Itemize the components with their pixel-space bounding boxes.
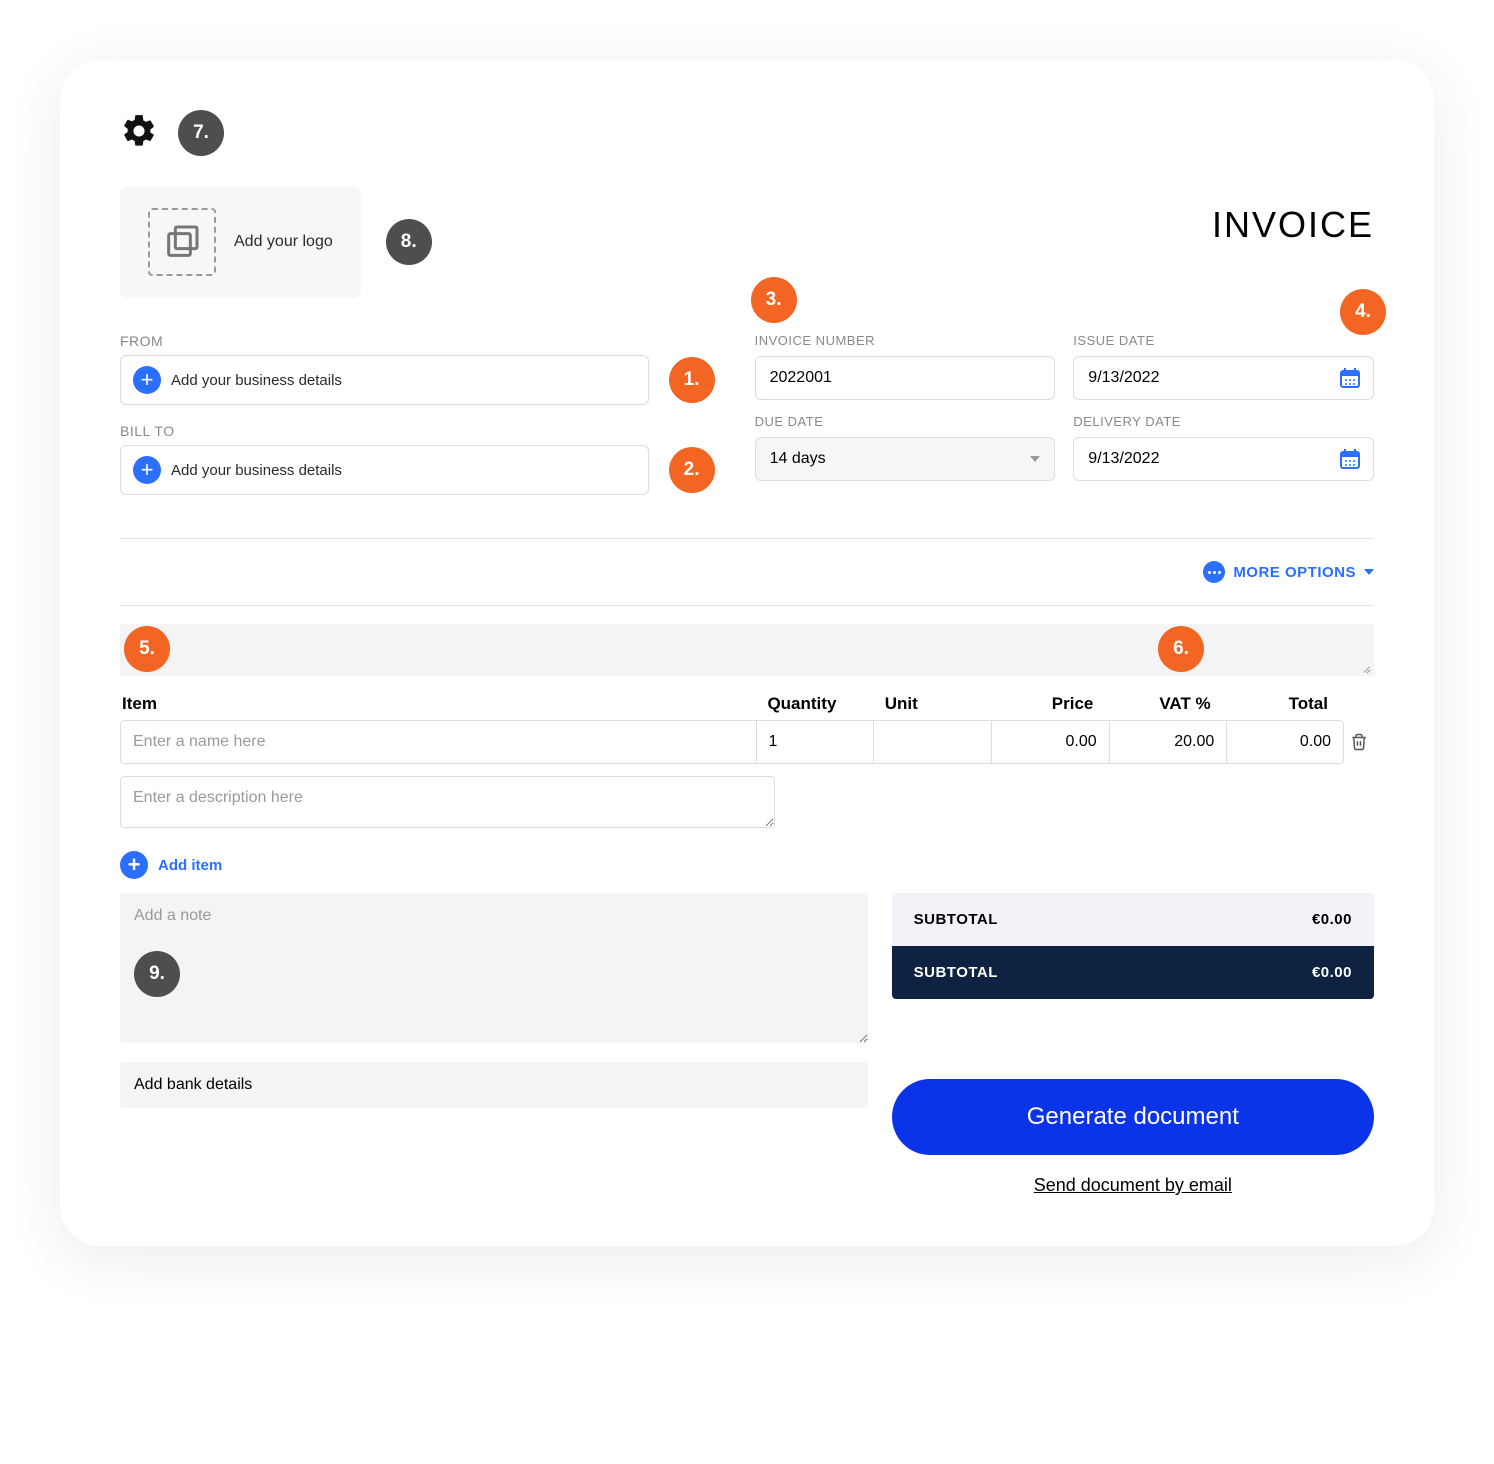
add-item-label: Add item — [158, 857, 222, 874]
subtotal-label: SUBTOTAL — [914, 911, 998, 928]
trash-icon — [1350, 733, 1368, 751]
marker-7: 7. — [178, 110, 224, 156]
due-date-value: 14 days — [770, 450, 826, 468]
add-item-button[interactable]: + Add item — [120, 851, 1374, 879]
marker-9: 9. — [134, 951, 180, 997]
marker-4: 4. — [1340, 289, 1386, 335]
items-header-row: Item Quantity Unit Price VAT % Total — [120, 688, 1374, 720]
bill-to-business-label: Add your business details — [171, 462, 342, 479]
plus-icon: + — [120, 851, 148, 879]
marker-2: 2. — [669, 447, 715, 493]
item-price-input[interactable] — [991, 720, 1109, 764]
delivery-date-label: DELIVERY DATE — [1073, 414, 1374, 429]
generate-document-button[interactable]: Generate document — [892, 1079, 1374, 1155]
bill-to-label: BILL TO — [120, 423, 715, 439]
col-item: Item — [122, 694, 755, 714]
item-vat-input[interactable] — [1109, 720, 1227, 764]
item-quantity-input[interactable] — [756, 720, 874, 764]
logo-placeholder-icon — [148, 208, 216, 276]
plus-icon: + — [133, 366, 161, 394]
marker-3: 3. — [751, 277, 797, 323]
marker-8: 8. — [386, 219, 432, 265]
divider — [120, 605, 1374, 606]
invoice-number-label: INVOICE NUMBER — [755, 333, 1056, 348]
due-date-select[interactable]: 14 days — [755, 437, 1056, 481]
note-input[interactable] — [120, 893, 868, 1043]
chevron-down-icon — [1030, 456, 1040, 462]
marker-5: 5. — [124, 626, 170, 672]
item-description-input[interactable] — [120, 776, 775, 828]
issue-date-input[interactable] — [1073, 356, 1374, 400]
add-bank-details-button[interactable]: Add bank details — [120, 1062, 868, 1108]
subtotal-value: €0.00 — [1312, 911, 1352, 928]
delivery-date-input[interactable] — [1073, 437, 1374, 481]
marker-1: 1. — [669, 357, 715, 403]
marker-6: 6. — [1158, 626, 1204, 672]
item-row — [120, 720, 1374, 764]
delete-item-button[interactable] — [1344, 720, 1374, 764]
grand-total-label: SUBTOTAL — [914, 964, 998, 981]
col-price: Price — [990, 694, 1107, 714]
plus-icon: + — [133, 456, 161, 484]
chevron-down-icon — [1364, 569, 1374, 575]
divider — [120, 538, 1374, 539]
grand-total-row: SUBTOTAL €0.00 — [892, 946, 1374, 999]
dots-icon — [1203, 561, 1225, 583]
issue-date-label: ISSUE DATE — [1073, 333, 1374, 348]
document-title: INVOICE — [1212, 186, 1374, 246]
item-name-input[interactable] — [120, 720, 756, 764]
item-total-input[interactable] — [1226, 720, 1344, 764]
col-total: Total — [1225, 694, 1342, 714]
gear-icon — [120, 112, 158, 150]
from-business-label: Add your business details — [171, 372, 342, 389]
invoice-number-input[interactable] — [755, 356, 1056, 400]
add-logo-button[interactable]: Add your logo — [120, 186, 361, 298]
from-label: FROM — [120, 333, 715, 349]
send-by-email-link[interactable]: Send document by email — [892, 1175, 1374, 1196]
add-bill-to-business-button[interactable]: + Add your business details — [120, 445, 649, 495]
add-logo-label: Add your logo — [234, 233, 333, 251]
settings-button[interactable] — [120, 112, 158, 155]
more-options-label: MORE OPTIONS — [1233, 564, 1356, 581]
col-quantity: Quantity — [755, 694, 872, 714]
invoice-editor: 7. Add your logo 8. INVOICE FROM — [60, 60, 1434, 1246]
col-unit: Unit — [873, 694, 990, 714]
subtotal-row: SUBTOTAL €0.00 — [892, 893, 1374, 946]
grand-total-value: €0.00 — [1312, 964, 1352, 981]
more-options-button[interactable]: MORE OPTIONS — [120, 557, 1374, 587]
item-unit-input[interactable] — [873, 720, 991, 764]
due-date-label: DUE DATE — [755, 414, 1056, 429]
add-from-business-button[interactable]: + Add your business details — [120, 355, 649, 405]
col-vat: VAT % — [1107, 694, 1224, 714]
